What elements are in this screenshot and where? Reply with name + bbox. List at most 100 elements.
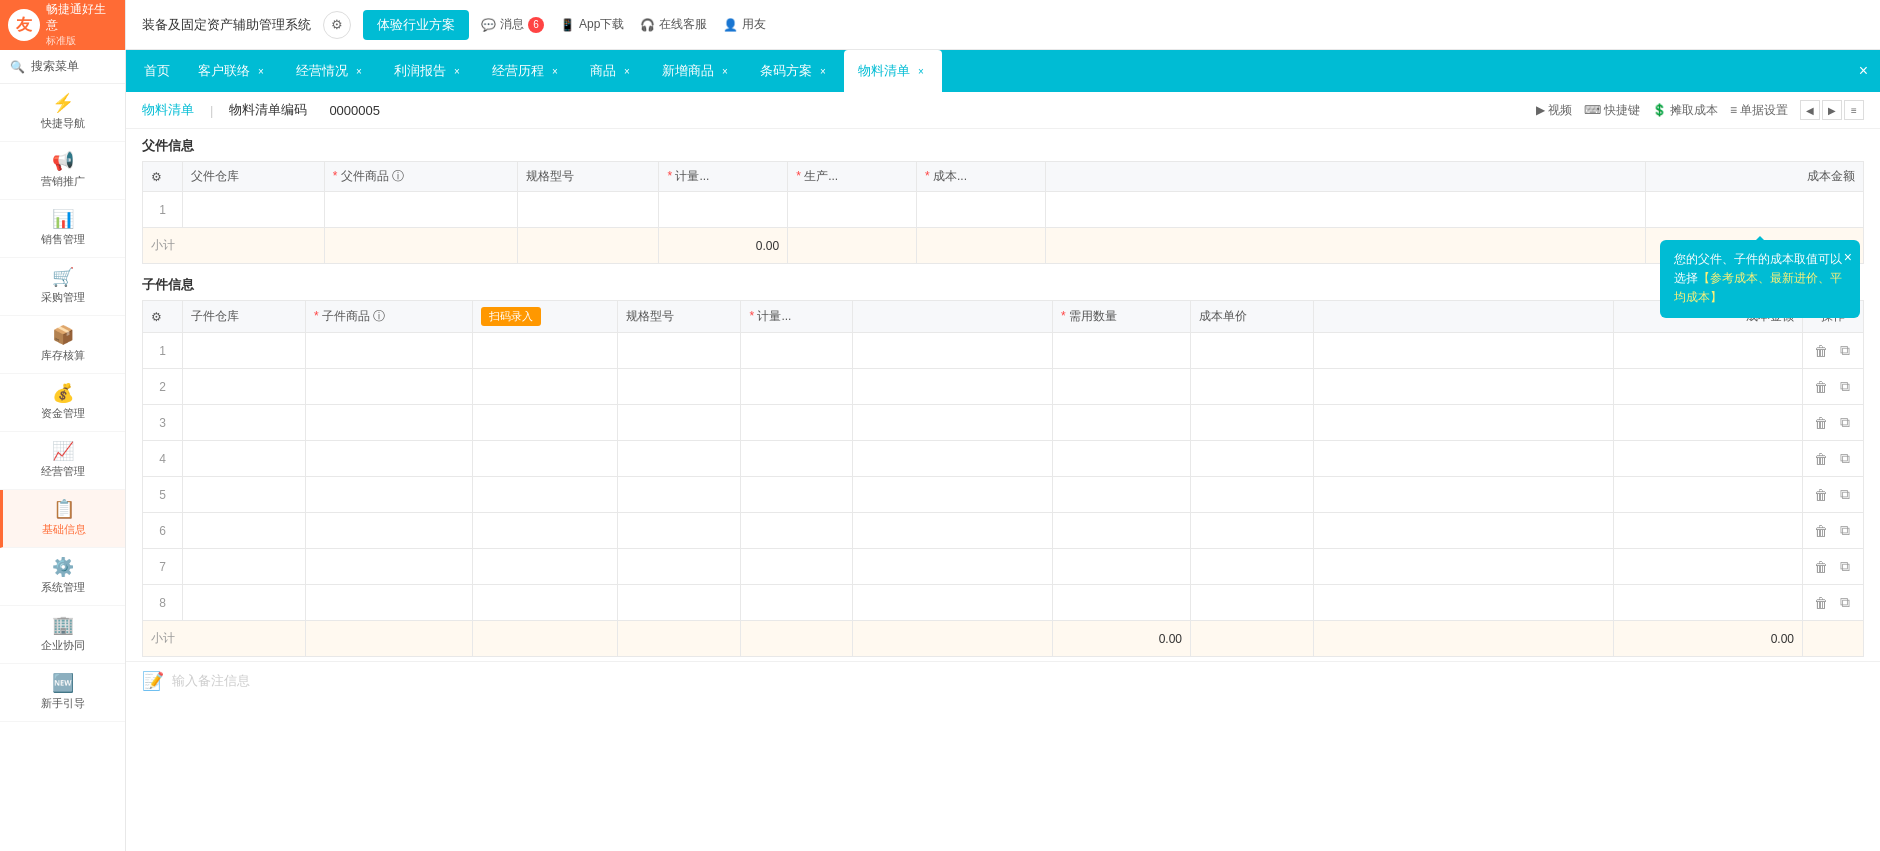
sidebar-item-marketing[interactable]: 📢 营销推广: [0, 142, 125, 200]
tab-home[interactable]: 首页: [130, 50, 184, 92]
tab-close-all[interactable]: ×: [1851, 62, 1876, 80]
delete-icon-5[interactable]: 🗑: [1811, 485, 1831, 505]
nav-next[interactable]: ▶: [1822, 100, 1842, 120]
tab-customers-close[interactable]: ×: [254, 64, 268, 78]
tooltip-close[interactable]: ×: [1844, 246, 1852, 268]
tab-profit[interactable]: 利润报告 ×: [380, 50, 478, 92]
child-cell-costprice-5[interactable]: [1191, 477, 1314, 513]
child-cell-unit-3[interactable]: [741, 405, 853, 441]
child-cell-reqqty-5[interactable]: [1052, 477, 1190, 513]
child-cell-goods-3[interactable]: [305, 405, 472, 441]
tab-operations[interactable]: 经营情况 ×: [282, 50, 380, 92]
child-cell-warehouse-6[interactable]: [183, 513, 306, 549]
child-cell-spec-2[interactable]: [618, 369, 741, 405]
child-cell-spec-7[interactable]: [618, 549, 741, 585]
sidebar-item-sales[interactable]: 📊 销售管理: [0, 200, 125, 258]
tab-new-goods[interactable]: 新增商品 ×: [648, 50, 746, 92]
child-cell-warehouse-4[interactable]: [183, 441, 306, 477]
child-cell-unit-6[interactable]: [741, 513, 853, 549]
child-col-scan[interactable]: 扫码录入: [472, 301, 618, 333]
delete-icon-4[interactable]: 🗑: [1811, 449, 1831, 469]
sidebar-item-quick-nav[interactable]: ⚡ 快捷导航: [0, 84, 125, 142]
delete-icon-2[interactable]: 🗑: [1811, 377, 1831, 397]
nav-list[interactable]: ≡: [1844, 100, 1864, 120]
child-cell-warehouse-3[interactable]: [183, 405, 306, 441]
sidebar-item-purchase[interactable]: 🛒 采购管理: [0, 258, 125, 316]
delete-icon-6[interactable]: 🗑: [1811, 521, 1831, 541]
child-cell-costprice-7[interactable]: [1191, 549, 1314, 585]
child-cell-scan-1[interactable]: [472, 333, 618, 369]
child-cell-unit-8[interactable]: [741, 585, 853, 621]
delete-icon-3[interactable]: 🗑: [1811, 413, 1831, 433]
child-cell-costprice-3[interactable]: [1191, 405, 1314, 441]
online-service-item[interactable]: 🎧 在线客服: [640, 16, 707, 33]
copy-icon-8[interactable]: ⧉: [1835, 593, 1855, 613]
nav-prev[interactable]: ◀: [1800, 100, 1820, 120]
child-cell-warehouse-7[interactable]: [183, 549, 306, 585]
child-cell-goods-4[interactable]: [305, 441, 472, 477]
copy-icon-4[interactable]: ⧉: [1835, 449, 1855, 469]
tab-profit-close[interactable]: ×: [450, 64, 464, 78]
child-cell-spec-4[interactable]: [618, 441, 741, 477]
child-cell-unit-4[interactable]: [741, 441, 853, 477]
copy-icon-1[interactable]: ⧉: [1835, 341, 1855, 361]
child-col-settings[interactable]: ⚙: [143, 301, 183, 333]
sidebar-item-guide[interactable]: 🆕 新手引导: [0, 664, 125, 722]
user-item[interactable]: 👤 用友: [723, 16, 766, 33]
child-cell-goods-2[interactable]: [305, 369, 472, 405]
child-cell-goods-7[interactable]: [305, 549, 472, 585]
child-cell-unit-2[interactable]: [741, 369, 853, 405]
child-cell-scan-6[interactable]: [472, 513, 618, 549]
child-cell-scan-2[interactable]: [472, 369, 618, 405]
child-cell-unit-5[interactable]: [741, 477, 853, 513]
copy-icon-6[interactable]: ⧉: [1835, 521, 1855, 541]
child-cell-reqqty-2[interactable]: [1052, 369, 1190, 405]
child-cell-reqqty-4[interactable]: [1052, 441, 1190, 477]
child-cell-unit-1[interactable]: [741, 333, 853, 369]
trial-button[interactable]: 体验行业方案: [363, 10, 469, 40]
single-setting-action[interactable]: ≡ 单据设置: [1730, 102, 1788, 119]
tab-barcode-close[interactable]: ×: [816, 64, 830, 78]
parent-cell-goods-1[interactable]: [324, 192, 517, 228]
shortcut-action[interactable]: ⌨ 快捷键: [1584, 102, 1640, 119]
child-cell-spec-8[interactable]: [618, 585, 741, 621]
copy-icon-2[interactable]: ⧉: [1835, 377, 1855, 397]
parent-cell-produce-1[interactable]: [788, 192, 917, 228]
child-cell-reqqty-6[interactable]: [1052, 513, 1190, 549]
child-cell-warehouse-2[interactable]: [183, 369, 306, 405]
delete-icon-8[interactable]: 🗑: [1811, 593, 1831, 613]
scan-button[interactable]: 扫码录入: [481, 307, 541, 326]
view-action[interactable]: ▶ 视频: [1536, 102, 1572, 119]
tab-goods[interactable]: 商品 ×: [576, 50, 648, 92]
parent-col-settings[interactable]: ⚙: [143, 162, 183, 192]
child-cell-warehouse-8[interactable]: [183, 585, 306, 621]
child-cell-costprice-2[interactable]: [1191, 369, 1314, 405]
child-cell-reqqty-1[interactable]: [1052, 333, 1190, 369]
child-cell-warehouse-1[interactable]: [183, 333, 306, 369]
child-cell-goods-5[interactable]: [305, 477, 472, 513]
child-cell-unit-7[interactable]: [741, 549, 853, 585]
tab-history[interactable]: 经营历程 ×: [478, 50, 576, 92]
child-cell-spec-1[interactable]: [618, 333, 741, 369]
sidebar-item-operation[interactable]: 📈 经营管理: [0, 432, 125, 490]
sidebar-item-basic[interactable]: 📋 基础信息: [0, 490, 125, 548]
child-cell-reqqty-3[interactable]: [1052, 405, 1190, 441]
child-cell-scan-5[interactable]: [472, 477, 618, 513]
child-cell-costprice-8[interactable]: [1191, 585, 1314, 621]
tab-operations-close[interactable]: ×: [352, 64, 366, 78]
delete-icon-1[interactable]: 🗑: [1811, 341, 1831, 361]
child-cell-scan-4[interactable]: [472, 441, 618, 477]
parent-cell-warehouse-1[interactable]: [183, 192, 325, 228]
child-cell-costprice-6[interactable]: [1191, 513, 1314, 549]
tab-barcode[interactable]: 条码方案 ×: [746, 50, 844, 92]
sidebar-search[interactable]: 🔍 搜索菜单: [0, 50, 125, 84]
cost-action[interactable]: 💲 摊取成本: [1652, 102, 1718, 119]
tab-new-goods-close[interactable]: ×: [718, 64, 732, 78]
child-cell-reqqty-8[interactable]: [1052, 585, 1190, 621]
child-cell-scan-7[interactable]: [472, 549, 618, 585]
copy-icon-5[interactable]: ⧉: [1835, 485, 1855, 505]
sidebar-item-inventory[interactable]: 📦 库存核算: [0, 316, 125, 374]
sidebar-item-finance[interactable]: 💰 资金管理: [0, 374, 125, 432]
tab-customers[interactable]: 客户联络 ×: [184, 50, 282, 92]
child-cell-goods-1[interactable]: [305, 333, 472, 369]
